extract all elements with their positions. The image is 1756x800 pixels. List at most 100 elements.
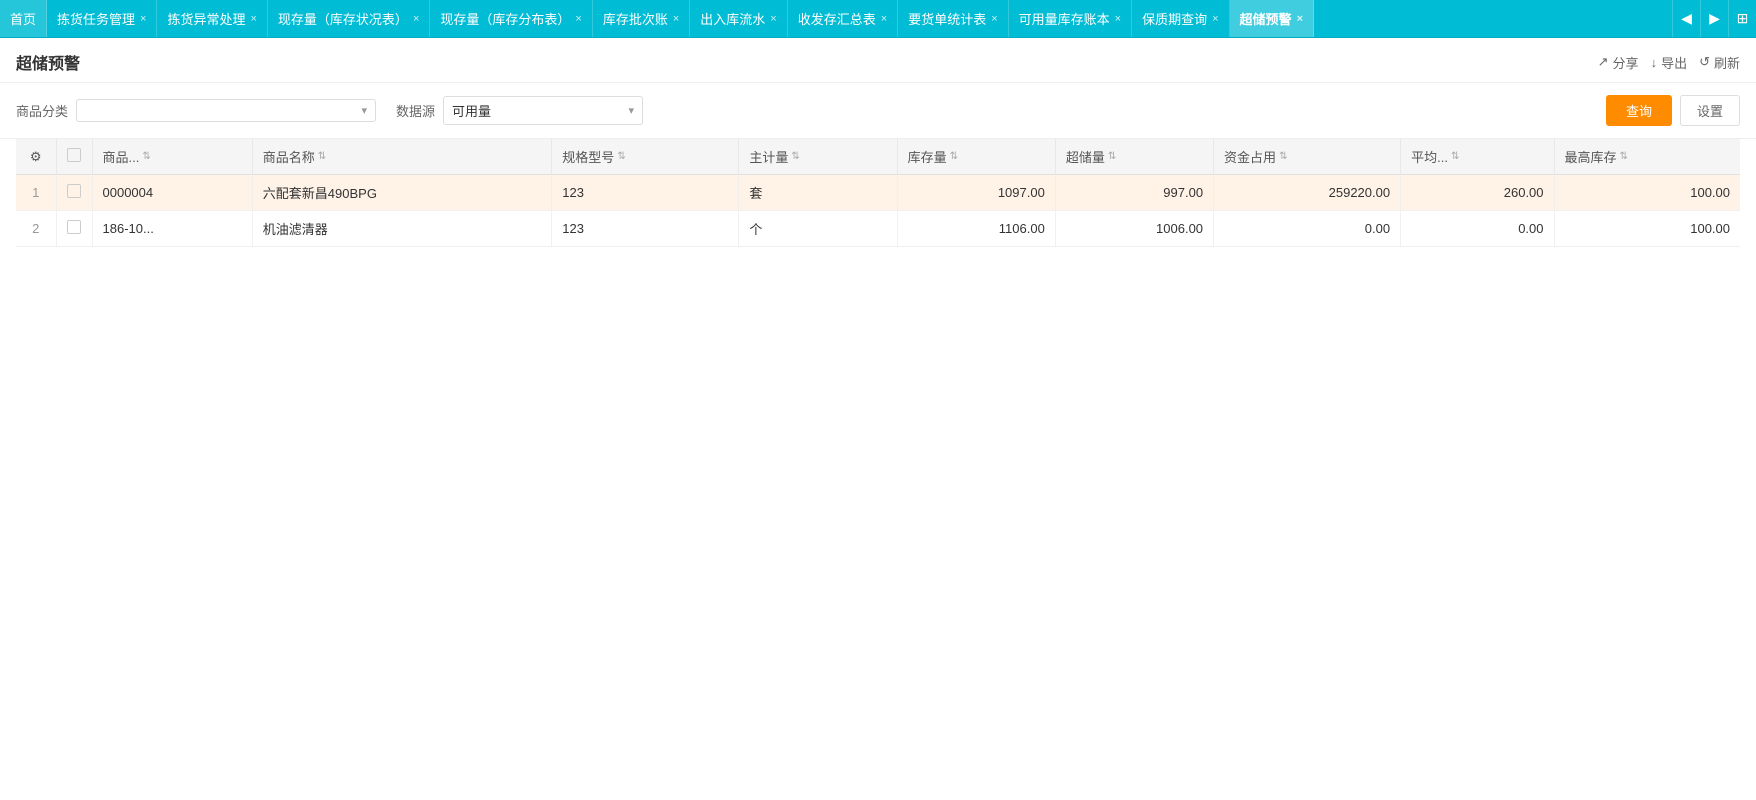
th-checkbox[interactable] [56, 139, 92, 175]
th-spec[interactable]: 规格型号 ⇅ [552, 139, 739, 175]
category-chevron-icon: ▾ [361, 104, 367, 117]
row-number: 2 [16, 211, 56, 247]
share-label: 分享 [1613, 53, 1639, 72]
th-overstock-label: 超储量 [1066, 147, 1105, 166]
spec-sort-icon: ⇅ [617, 151, 625, 162]
category-label: 商品分类 [16, 101, 68, 120]
header-actions: ↗ 分享 ↓ 导出 ↺ 刷新 [1598, 53, 1740, 72]
cell-stock: 1097.00 [897, 175, 1055, 211]
nav-item-inventory-status[interactable]: 现存量（库存状况表）× [268, 0, 430, 37]
datasource-select-value: 可用量 [452, 101, 491, 120]
cell-average: 0.00 [1401, 211, 1554, 247]
cell-average: 260.00 [1401, 175, 1554, 211]
th-overstock[interactable]: 超储量 ⇅ [1055, 139, 1213, 175]
top-nav: 首页拣货任务管理×拣货异常处理×现存量（库存状况表）×现存量（库存分布表）×库存… [0, 0, 1756, 38]
datasource-chevron-icon: ▾ [629, 104, 635, 117]
gear-icon: ⚙ [30, 149, 42, 164]
cell-name: 六配套新昌490BPG [252, 175, 552, 211]
nav-item-inout-flow[interactable]: 出入库流水× [690, 0, 787, 37]
code-sort-icon: ⇅ [142, 151, 150, 162]
page-header: 超储预警 ↗ 分享 ↓ 导出 ↺ 刷新 [0, 38, 1756, 83]
datasource-label: 数据源 [396, 101, 435, 120]
table-container: ⚙ 商品... ⇅ 商品名称 ⇅ [0, 139, 1756, 247]
query-button[interactable]: 查询 [1606, 95, 1672, 126]
th-name-label: 商品名称 [263, 147, 315, 166]
th-stock-label: 库存量 [908, 147, 947, 166]
table-header-row: ⚙ 商品... ⇅ 商品名称 ⇅ [16, 139, 1740, 175]
close-icon[interactable]: × [673, 13, 679, 25]
page-title: 超储预警 [16, 50, 80, 74]
th-maxstock[interactable]: 最高库存 ⇅ [1554, 139, 1740, 175]
datasource-filter-group: 数据源 可用量 ▾ [396, 96, 643, 125]
close-icon[interactable]: × [1297, 13, 1303, 25]
nav-item-tuo-exception[interactable]: 拣货异常处理× [157, 0, 267, 37]
cell-code: 186-10... [92, 211, 252, 247]
category-select[interactable]: ▾ [76, 99, 376, 122]
nav-right-arrow[interactable]: ▶ [1700, 0, 1728, 37]
header-checkbox[interactable] [67, 148, 81, 162]
close-icon[interactable]: × [250, 13, 256, 25]
cell-code: 0000004 [92, 175, 252, 211]
nav-expand-arrow[interactable]: ⊞ [1728, 0, 1756, 37]
th-settings[interactable]: ⚙ [16, 139, 56, 175]
th-name[interactable]: 商品名称 ⇅ [252, 139, 552, 175]
nav-item-quality-check[interactable]: 保质期查询× [1132, 0, 1229, 37]
export-icon: ↓ [1651, 55, 1658, 70]
filter-actions: 查询 设置 [1606, 95, 1740, 126]
refresh-button[interactable]: ↺ 刷新 [1699, 53, 1740, 72]
export-button[interactable]: ↓ 导出 [1651, 53, 1688, 72]
table-row: 10000004六配套新昌490BPG123套1097.00997.002592… [16, 175, 1740, 211]
nav-item-inventory-dist[interactable]: 现存量（库存分布表）× [430, 0, 592, 37]
row-checkbox[interactable] [67, 184, 81, 198]
th-capital-label: 资金占用 [1224, 147, 1276, 166]
close-icon[interactable]: × [413, 13, 419, 25]
cell-overstock: 997.00 [1055, 175, 1213, 211]
nav-item-tuo-task[interactable]: 拣货任务管理× [47, 0, 157, 37]
close-icon[interactable]: × [140, 13, 146, 25]
cell-capital: 0.00 [1214, 211, 1401, 247]
nav-item-overstock-warning[interactable]: 超储预警× [1230, 0, 1314, 37]
datasource-select[interactable]: 可用量 ▾ [443, 96, 643, 125]
cell-stock: 1106.00 [897, 211, 1055, 247]
nav-item-available-stock[interactable]: 可用量库存账本× [1009, 0, 1132, 37]
close-icon[interactable]: × [881, 13, 887, 25]
close-icon[interactable]: × [575, 13, 581, 25]
average-sort-icon: ⇅ [1451, 151, 1459, 162]
share-button[interactable]: ↗ 分享 [1598, 53, 1639, 72]
cell-maxstock: 100.00 [1554, 175, 1740, 211]
cell-maxstock: 100.00 [1554, 211, 1740, 247]
th-average[interactable]: 平均... ⇅ [1401, 139, 1554, 175]
name-sort-icon: ⇅ [318, 151, 326, 162]
close-icon[interactable]: × [1212, 13, 1218, 25]
th-unit-label: 主计量 [749, 147, 788, 166]
refresh-icon: ↺ [1699, 54, 1710, 70]
main-content: 超储预警 ↗ 分享 ↓ 导出 ↺ 刷新 商品分类 ▾ 数据源 [0, 38, 1756, 800]
row-checkbox[interactable] [67, 220, 81, 234]
nav-item-order-stats[interactable]: 要货单统计表× [898, 0, 1008, 37]
table-row: 2186-10...机油滤清器123个1106.001006.000.000.0… [16, 211, 1740, 247]
category-filter-group: 商品分类 ▾ [16, 99, 376, 122]
row-checkbox-cell [56, 211, 92, 247]
th-unit[interactable]: 主计量 ⇅ [739, 139, 897, 175]
settings-button[interactable]: 设置 [1680, 95, 1740, 126]
row-number: 1 [16, 175, 56, 211]
close-icon[interactable]: × [770, 13, 776, 25]
nav-left-arrow[interactable]: ◀ [1672, 0, 1700, 37]
nav-item-home[interactable]: 首页 [0, 0, 47, 37]
capital-sort-icon: ⇅ [1279, 151, 1287, 162]
close-icon[interactable]: × [1115, 13, 1121, 25]
data-table: ⚙ 商品... ⇅ 商品名称 ⇅ [16, 139, 1740, 247]
th-code[interactable]: 商品... ⇅ [92, 139, 252, 175]
th-stock[interactable]: 库存量 ⇅ [897, 139, 1055, 175]
th-code-label: 商品... [103, 147, 140, 166]
nav-arrows: ◀ ▶ ⊞ [1672, 0, 1756, 37]
th-capital[interactable]: 资金占用 ⇅ [1214, 139, 1401, 175]
nav-item-inventory-batch[interactable]: 库存批次账× [593, 0, 690, 37]
maxstock-sort-icon: ⇅ [1620, 151, 1628, 162]
table-body: 10000004六配套新昌490BPG123套1097.00997.002592… [16, 175, 1740, 247]
close-icon[interactable]: × [991, 13, 997, 25]
cell-name: 机油滤清器 [252, 211, 552, 247]
nav-item-receive-send[interactable]: 收发存汇总表× [788, 0, 898, 37]
cell-unit: 个 [739, 211, 897, 247]
overstock-sort-icon: ⇅ [1108, 151, 1116, 162]
